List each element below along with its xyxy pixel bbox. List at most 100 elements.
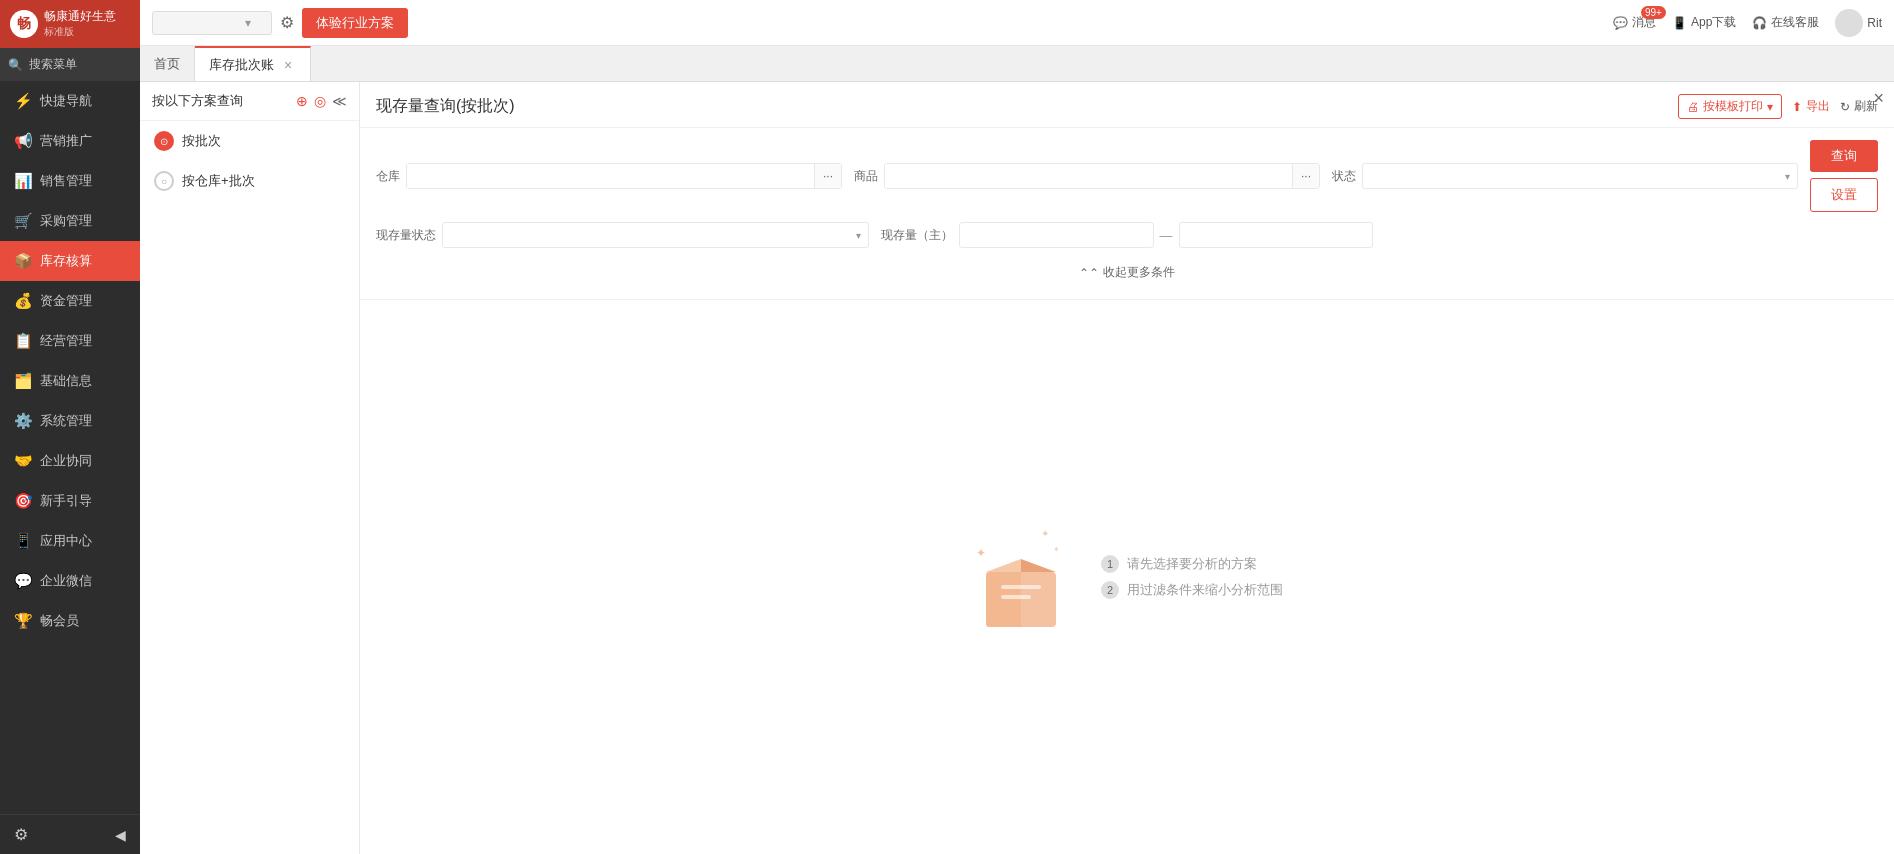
filter-area: 仓库 ··· 商品 ··· 状态 [360, 128, 1894, 300]
product-input-group: ··· [884, 163, 1320, 189]
product-ellipsis-btn[interactable]: ··· [1292, 164, 1319, 188]
wechat-icon: 💬 [14, 572, 32, 590]
plan-by-batch[interactable]: ⊙ 按批次 [140, 121, 359, 161]
user-avatar-button[interactable]: Rit [1835, 9, 1882, 37]
sidebar-item-member[interactable]: 🏆 畅会员 [0, 601, 140, 641]
topbar-dropdown-icon[interactable]: ▾ [245, 16, 251, 30]
purchase-icon: 🛒 [14, 212, 32, 230]
export-button[interactable]: ⬆ 导出 [1792, 98, 1830, 115]
sidebar-item-marketing[interactable]: 📢 营销推广 [0, 121, 140, 161]
system-label: 系统管理 [40, 412, 92, 430]
page-title: 现存量查询(按批次) [376, 96, 515, 117]
topbar-gear-icon[interactable]: ⚙ [280, 13, 294, 32]
warehouse-ellipsis-btn[interactable]: ··· [814, 164, 841, 188]
sidebar-item-wechat[interactable]: 💬 企业微信 [0, 561, 140, 601]
add-plan-icon[interactable]: ⊕ [296, 93, 308, 109]
sidebar-item-system[interactable]: ⚙️ 系统管理 [0, 401, 140, 441]
stock-status-select[interactable]: 有库存 无库存 全部 [442, 222, 869, 248]
stock-status-label: 现存量状态 [376, 227, 436, 244]
sidebar-item-enterprise[interactable]: 🤝 企业协同 [0, 441, 140, 481]
sidebar-item-purchase[interactable]: 🛒 采购管理 [0, 201, 140, 241]
empty-hints: 1 请先选择要分析的方案 2 用过滤条件来缩小分析范围 [1101, 555, 1283, 599]
sidebar-search[interactable]: 🔍 搜索菜单 [0, 48, 140, 81]
sidebar-item-newbie[interactable]: 🎯 新手引导 [0, 481, 140, 521]
sidebar-item-basic[interactable]: 🗂️ 基础信息 [0, 361, 140, 401]
main-area: ▾ ⚙ 体验行业方案 💬 消息 99+ 📱 App下载 🎧 在线客服 Rit [140, 0, 1894, 854]
finance-label: 资金管理 [40, 292, 92, 310]
topbar-search-input[interactable] [161, 16, 241, 30]
sidebar-item-inventory[interactable]: 📦 库存核算 [0, 241, 140, 281]
trial-button[interactable]: 体验行业方案 [302, 8, 408, 38]
svg-text:✦: ✦ [976, 546, 986, 560]
brand-logo: 畅 [10, 10, 38, 38]
tab-batch-account[interactable]: 库存批次账 × [195, 46, 311, 81]
refresh-icon: ↻ [1840, 100, 1850, 114]
tab-close-button[interactable]: × [280, 57, 296, 73]
stock-status-select-wrapper: 有库存 无库存 全部 ▾ [442, 222, 869, 248]
sales-icon: 📊 [14, 172, 32, 190]
online-service-button[interactable]: 🎧 在线客服 [1752, 14, 1819, 31]
collapse-sidebar-icon[interactable]: ◀ [115, 827, 126, 843]
plan-by-warehouse-batch[interactable]: ○ 按仓库+批次 [140, 161, 359, 201]
svg-text:✦: ✦ [1041, 528, 1049, 539]
svg-text:✦: ✦ [1053, 545, 1060, 554]
left-panel-title: 按以下方案查询 [152, 92, 243, 110]
newbie-icon: 🎯 [14, 492, 32, 510]
tab-home[interactable]: 首页 [140, 46, 195, 81]
settings-plan-icon[interactable]: ◎ [314, 93, 326, 109]
svg-rect-3 [1001, 595, 1031, 599]
finance-icon: 💰 [14, 292, 32, 310]
range-dash: — [1160, 228, 1173, 243]
stock-qty-max-input[interactable] [1179, 222, 1374, 248]
hint-2: 2 用过滤条件来缩小分析范围 [1101, 581, 1283, 599]
settings-icon[interactable]: ⚙ [14, 825, 28, 844]
sidebar-footer: ⚙ ◀ [0, 814, 140, 854]
operations-label: 经营管理 [40, 332, 92, 350]
status-select[interactable]: 启用 停用 [1362, 163, 1798, 189]
tab-batch-label: 库存批次账 [209, 56, 274, 74]
left-panel-actions: ⊕ ◎ ≪ [296, 93, 347, 109]
operations-icon: 📋 [14, 332, 32, 350]
sidebar-item-sales[interactable]: 📊 销售管理 [0, 161, 140, 201]
left-panel-header: 按以下方案查询 ⊕ ◎ ≪ [140, 82, 359, 121]
hint-1: 1 请先选择要分析的方案 [1101, 555, 1283, 573]
stock-status-filter: 现存量状态 有库存 无库存 全部 ▾ [376, 222, 869, 248]
sidebar-item-operations[interactable]: 📋 经营管理 [0, 321, 140, 361]
plan-by-warehouse-batch-label: 按仓库+批次 [182, 172, 255, 190]
member-icon: 🏆 [14, 612, 32, 630]
inventory-label: 库存核算 [40, 252, 92, 270]
sidebar-item-apps[interactable]: 📱 应用中心 [0, 521, 140, 561]
sidebar-item-finance[interactable]: 💰 资金管理 [0, 281, 140, 321]
messages-button[interactable]: 💬 消息 99+ [1613, 14, 1656, 31]
topbar-left: ▾ ⚙ 体验行业方案 [152, 8, 1605, 38]
print-dropdown-icon[interactable]: ▾ [1767, 100, 1773, 114]
sidebar-item-quick-nav[interactable]: ⚡ 快捷导航 [0, 81, 140, 121]
enterprise-icon: 🤝 [14, 452, 32, 470]
system-icon: ⚙️ [14, 412, 32, 430]
product-input[interactable] [885, 164, 1292, 188]
collapse-panel-icon[interactable]: ≪ [332, 93, 347, 109]
basic-label: 基础信息 [40, 372, 92, 390]
print-button[interactable]: 🖨 按模板打印 ▾ [1678, 94, 1782, 119]
app-download-button[interactable]: 📱 App下载 [1672, 14, 1736, 31]
settings-button[interactable]: 设置 [1810, 178, 1878, 212]
brand-name: 畅康通好生意 [44, 9, 116, 25]
stock-qty-min-input[interactable] [959, 222, 1154, 248]
warehouse-input[interactable] [407, 164, 814, 188]
topbar-search-box[interactable]: ▾ [152, 11, 272, 35]
warehouse-input-group: ··· [406, 163, 842, 189]
query-button[interactable]: 查询 [1810, 140, 1878, 172]
page-title-bar: 现存量查询(按批次) 🖨 按模板打印 ▾ ⬆ 导出 ↻ 刷新 [360, 82, 1894, 128]
status-label: 状态 [1332, 168, 1356, 185]
plan-active-icon: ⊙ [154, 131, 174, 151]
collapse-filter-row[interactable]: ⌃⌃ 收起更多条件 [376, 258, 1878, 287]
quick-nav-icon: ⚡ [14, 92, 32, 110]
plan-by-batch-label: 按批次 [182, 132, 221, 150]
stock-qty-range: — [959, 222, 1374, 248]
right-panel: 现存量查询(按批次) 🖨 按模板打印 ▾ ⬆ 导出 ↻ 刷新 [360, 82, 1894, 854]
panel-close-button[interactable]: × [1863, 82, 1894, 115]
avatar [1835, 9, 1863, 37]
warehouse-filter: 仓库 ··· [376, 163, 842, 189]
stock-qty-filter: 现存量（主） — [881, 222, 1374, 248]
member-label: 畅会员 [40, 612, 79, 630]
